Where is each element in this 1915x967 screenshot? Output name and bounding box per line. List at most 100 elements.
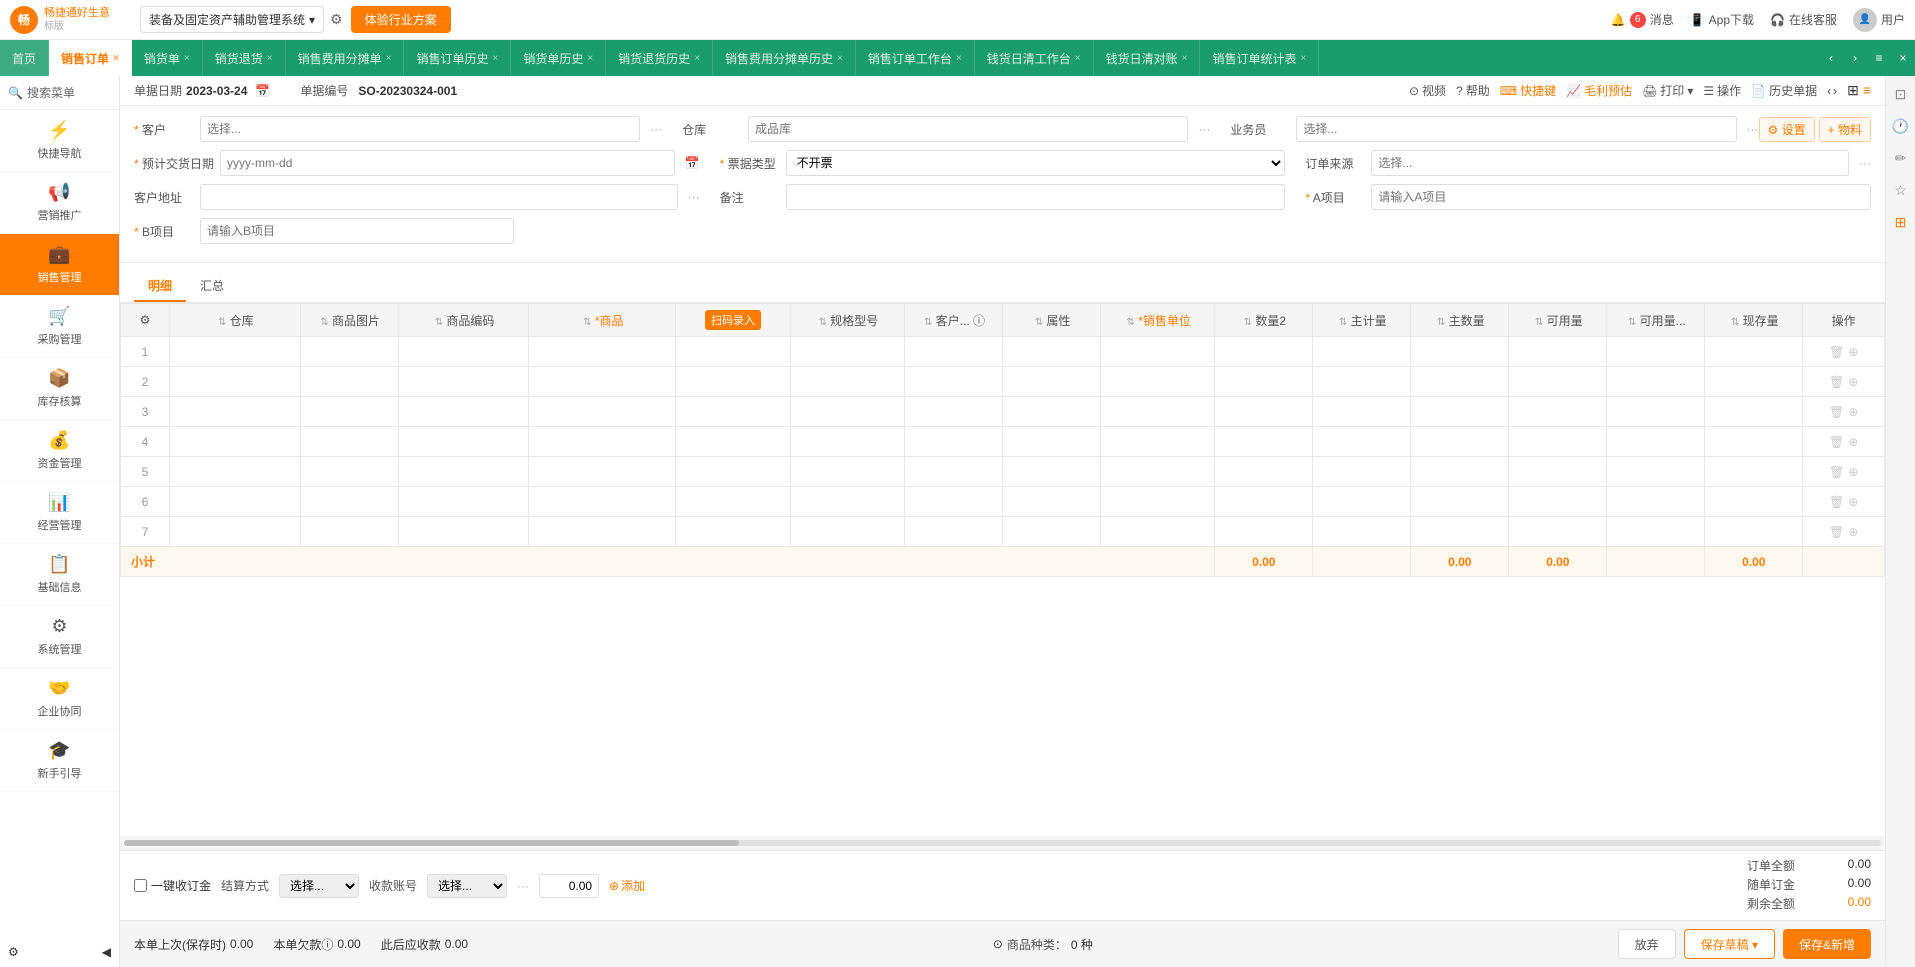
salesperson-more-btn[interactable]: ··· (1747, 122, 1759, 136)
cell-stock-2[interactable] (1705, 367, 1803, 397)
cell-main-qty-4[interactable] (1411, 427, 1509, 457)
tab-stats[interactable]: 销售订单统计表 × (1200, 40, 1319, 76)
cell-product-3[interactable] (529, 397, 676, 427)
cell-stock-5[interactable] (1705, 457, 1803, 487)
tab-close-icon[interactable]: × (956, 53, 962, 64)
cell-scan-4[interactable] (676, 427, 790, 457)
cell-stock-4[interactable] (1705, 427, 1803, 457)
industry-btn[interactable]: 体验行业方案 (351, 6, 451, 33)
cell-qty2-5[interactable] (1215, 457, 1313, 487)
nav-next-icon[interactable]: › (1833, 84, 1837, 98)
cell-code-3[interactable] (398, 397, 529, 427)
remarks-input[interactable] (786, 184, 1286, 210)
th-avail2[interactable]: ⇅ 可用量... (1607, 304, 1705, 337)
customer-more-btn[interactable]: ··· (650, 122, 662, 136)
rp-icon-3[interactable]: ✏ (1889, 146, 1913, 170)
warehouse-input[interactable] (748, 116, 1188, 142)
tab-detail[interactable]: 明细 (134, 271, 186, 302)
add-btn[interactable]: ⊕ 添加 (609, 877, 645, 894)
cell-avail2-1[interactable] (1607, 337, 1705, 367)
cell-main-unit-3[interactable] (1313, 397, 1411, 427)
cell-avail-3[interactable] (1509, 397, 1607, 427)
tab-summary[interactable]: 汇总 (186, 271, 238, 302)
toolbar-operations[interactable]: ☰ 操作 (1703, 82, 1741, 99)
payment-method-select[interactable]: 选择... (279, 874, 359, 898)
cell-attr-6[interactable] (1002, 487, 1100, 517)
cell-warehouse-1[interactable] (170, 337, 301, 367)
user-item[interactable]: 👤 用户 (1853, 8, 1905, 32)
th-warehouse[interactable]: ⇅ 仓库 (170, 304, 301, 337)
tab-sales-return[interactable]: 销货退货 × (203, 40, 286, 76)
app-download-item[interactable]: 📱 App下载 (1690, 11, 1754, 28)
save-draft-btn[interactable]: 保存草稿 ▾ (1684, 929, 1775, 959)
tab-close-icon[interactable]: × (184, 53, 190, 64)
toolbar-print[interactable]: 🖨 打印 ▾ (1642, 82, 1693, 99)
tab-close-icon[interactable]: × (1182, 53, 1188, 64)
cell-warehouse-3[interactable] (170, 397, 301, 427)
grid-icon[interactable]: ⊞ (1847, 82, 1859, 99)
cell-stock-3[interactable] (1705, 397, 1803, 427)
sidebar-item-quick-nav[interactable]: ⚡ 快捷导航 (0, 110, 119, 172)
cell-img-6[interactable] (300, 487, 398, 517)
cell-code-5[interactable] (398, 457, 529, 487)
cell-product-4[interactable] (529, 427, 676, 457)
tab-sales-order-history[interactable]: 销售订单历史 × (404, 40, 511, 76)
tab-sales-invoice-history[interactable]: 销货单历史 × (511, 40, 606, 76)
settings-btn[interactable]: ⚙ 设置 (1759, 117, 1815, 142)
cell-qty2-3[interactable] (1215, 397, 1313, 427)
th-img[interactable]: ⇅ 商品图片 (300, 304, 398, 337)
copy-row-5-icon[interactable]: ⊕ (1848, 465, 1858, 479)
salesperson-input[interactable] (1296, 116, 1736, 142)
online-support-item[interactable]: 🎧 在线客服 (1770, 11, 1837, 28)
th-setting[interactable]: ⚙ (121, 304, 170, 337)
cell-warehouse-4[interactable] (170, 427, 301, 457)
th-unit[interactable]: ⇅ *销售单位 (1100, 304, 1214, 337)
tab-close-icon[interactable]: × (1075, 53, 1081, 64)
cell-avail-5[interactable] (1509, 457, 1607, 487)
sidebar-item-purchase[interactable]: 🛒 采购管理 (0, 296, 119, 358)
delete-row-5-icon[interactable]: 🗑 (1829, 465, 1844, 479)
cell-img-5[interactable] (300, 457, 398, 487)
toolbar-help[interactable]: ? 帮助 (1456, 82, 1490, 99)
cell-spec-6[interactable] (790, 487, 904, 517)
cell-product-6[interactable] (529, 487, 676, 517)
cell-avail-7[interactable] (1509, 517, 1607, 547)
ticket-type-select[interactable]: 不开票 (786, 150, 1286, 176)
cell-spec-7[interactable] (790, 517, 904, 547)
toolbar-history[interactable]: 📄 历史单据 (1751, 82, 1817, 99)
delete-row-1-icon[interactable]: 🗑 (1829, 345, 1844, 359)
rp-icon-2[interactable]: 🕐 (1889, 114, 1913, 138)
order-source-input[interactable] (1371, 150, 1849, 176)
tab-close-icon[interactable]: × (113, 53, 119, 64)
tab-sales-invoice[interactable]: 销货单 × (132, 40, 203, 76)
cell-code-2[interactable] (398, 367, 529, 397)
rp-icon-4[interactable]: ☆ (1889, 178, 1913, 202)
sidebar-item-finance[interactable]: 💰 资金管理 (0, 420, 119, 482)
sidebar-search[interactable]: 🔍 搜索菜单 (0, 76, 119, 110)
delete-row-6-icon[interactable]: 🗑 (1829, 495, 1844, 509)
delivery-calendar-icon[interactable]: 📅 (685, 156, 700, 170)
cell-scan-1[interactable] (676, 337, 790, 367)
cell-scan-6[interactable] (676, 487, 790, 517)
save-new-btn[interactable]: 保存&新增 (1783, 929, 1871, 959)
cell-warehouse-6[interactable] (170, 487, 301, 517)
cell-attr-4[interactable] (1002, 427, 1100, 457)
cell-spec-4[interactable] (790, 427, 904, 457)
th-avail[interactable]: ⇅ 可用量 (1509, 304, 1607, 337)
cell-product-7[interactable] (529, 517, 676, 547)
cell-avail2-6[interactable] (1607, 487, 1705, 517)
cell-unit-4[interactable] (1100, 427, 1214, 457)
cell-unit-3[interactable] (1100, 397, 1214, 427)
toolbar-shortcut[interactable]: ⌨ 快捷键 (1500, 82, 1556, 99)
notification-item[interactable]: 🔔 6 消息 (1611, 11, 1674, 28)
rp-icon-5[interactable]: ⊞ (1889, 210, 1913, 234)
tab-close-all-btn[interactable]: × (1891, 40, 1915, 76)
cell-warehouse-2[interactable] (170, 367, 301, 397)
th-spec[interactable]: ⇅ 规格型号 (790, 304, 904, 337)
scrollbar-thumb[interactable] (124, 840, 739, 846)
tab-daily-workbench[interactable]: 钱货日清工作台 × (975, 40, 1094, 76)
copy-row-2-icon[interactable]: ⊕ (1848, 375, 1858, 389)
tab-sales-expense[interactable]: 销售费用分摊单 × (286, 40, 405, 76)
cell-custom-6[interactable] (904, 487, 1002, 517)
cell-qty2-1[interactable] (1215, 337, 1313, 367)
